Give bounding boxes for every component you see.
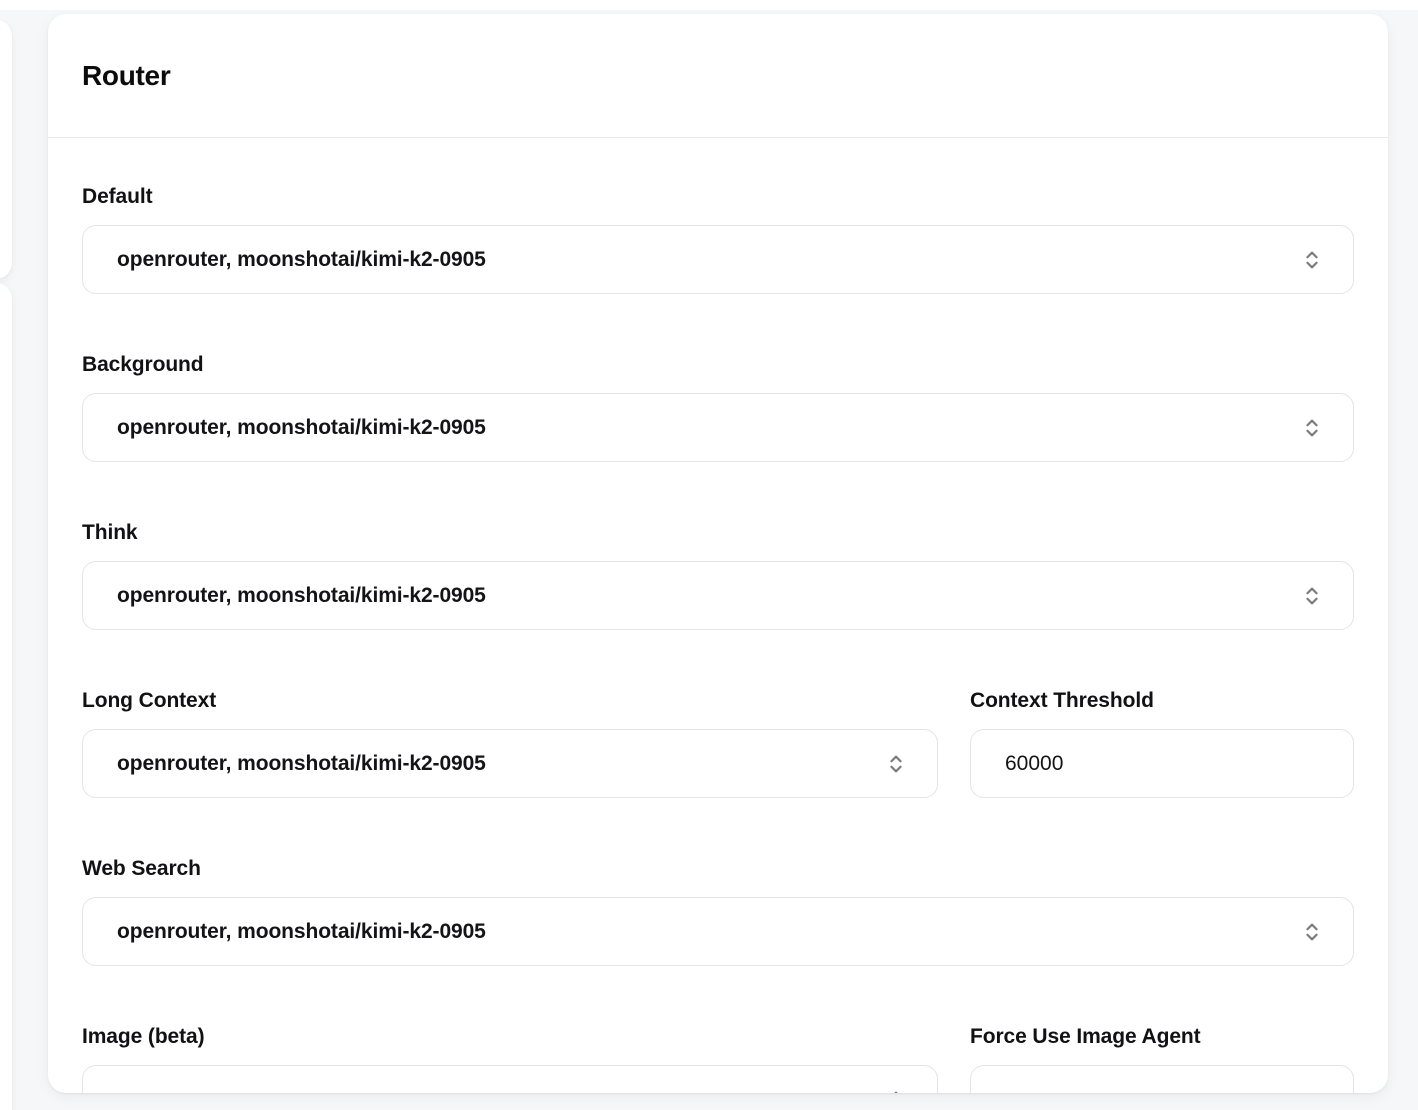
context-threshold-input[interactable] — [970, 729, 1354, 798]
chevrons-up-down-icon — [1306, 419, 1318, 436]
default-label: Default — [82, 185, 153, 208]
panel-title: Router — [82, 59, 171, 91]
router-panel-header: Router — [48, 14, 1388, 138]
left-background-card-top — [0, 20, 12, 279]
default-model-select[interactable]: openrouter, moonshotai/kimi-k2-0905 — [82, 225, 1354, 294]
long-context-model-value: openrouter, moonshotai/kimi-k2-0905 — [117, 751, 486, 775]
force-use-image-agent-select[interactable] — [970, 1065, 1354, 1093]
image-label: Image (beta) — [82, 1025, 205, 1048]
default-model-value: openrouter, moonshotai/kimi-k2-0905 — [117, 247, 486, 271]
router-panel-body: Default openrouter, moonshotai/kimi-k2-0… — [48, 138, 1388, 1093]
field-context-threshold: Context Threshold — [970, 687, 1354, 798]
context-threshold-label: Context Threshold — [970, 689, 1154, 712]
chevrons-up-down-icon — [893, 1091, 899, 1093]
think-model-select[interactable]: openrouter, moonshotai/kimi-k2-0905 — [82, 561, 1354, 630]
web-search-label: Web Search — [82, 857, 201, 880]
long-context-label: Long Context — [82, 689, 217, 712]
field-image: Image (beta) — [82, 1023, 938, 1093]
think-model-value: openrouter, moonshotai/kimi-k2-0905 — [117, 583, 486, 607]
long-context-model-select[interactable]: openrouter, moonshotai/kimi-k2-0905 — [82, 729, 938, 798]
background-model-select[interactable]: openrouter, moonshotai/kimi-k2-0905 — [82, 393, 1354, 462]
chevrons-up-down-icon — [1306, 251, 1318, 268]
background-label: Background — [82, 353, 204, 376]
field-image-row: Image (beta) Force Use Image Agent — [82, 1023, 1354, 1093]
web-search-model-value: openrouter, moonshotai/kimi-k2-0905 — [117, 919, 486, 943]
image-model-select[interactable] — [82, 1065, 938, 1093]
top-header-strip — [0, 0, 1418, 10]
field-think: Think openrouter, moonshotai/kimi-k2-090… — [82, 519, 1354, 630]
left-background-card-bottom — [0, 283, 12, 1110]
router-panel: Router Default openrouter, moonshotai/ki… — [48, 14, 1388, 1093]
think-label: Think — [82, 521, 138, 544]
field-long-context: Long Context openrouter, moonshotai/kimi… — [82, 687, 938, 798]
chevrons-up-down-icon — [1306, 587, 1318, 604]
background-model-value: openrouter, moonshotai/kimi-k2-0905 — [117, 415, 486, 439]
field-long-context-row: Long Context openrouter, moonshotai/kimi… — [82, 687, 1354, 798]
web-search-model-select[interactable]: openrouter, moonshotai/kimi-k2-0905 — [82, 897, 1354, 966]
force-use-image-agent-label: Force Use Image Agent — [970, 1025, 1201, 1048]
router-settings-page: Router Default openrouter, moonshotai/ki… — [0, 0, 1418, 1110]
chevrons-up-down-icon — [1306, 923, 1318, 940]
field-background: Background openrouter, moonshotai/kimi-k… — [82, 351, 1354, 462]
chevrons-up-down-icon — [890, 755, 902, 772]
field-default: Default openrouter, moonshotai/kimi-k2-0… — [82, 183, 1354, 294]
field-force-use-image-agent: Force Use Image Agent — [970, 1023, 1354, 1093]
field-web-search: Web Search openrouter, moonshotai/kimi-k… — [82, 855, 1354, 966]
